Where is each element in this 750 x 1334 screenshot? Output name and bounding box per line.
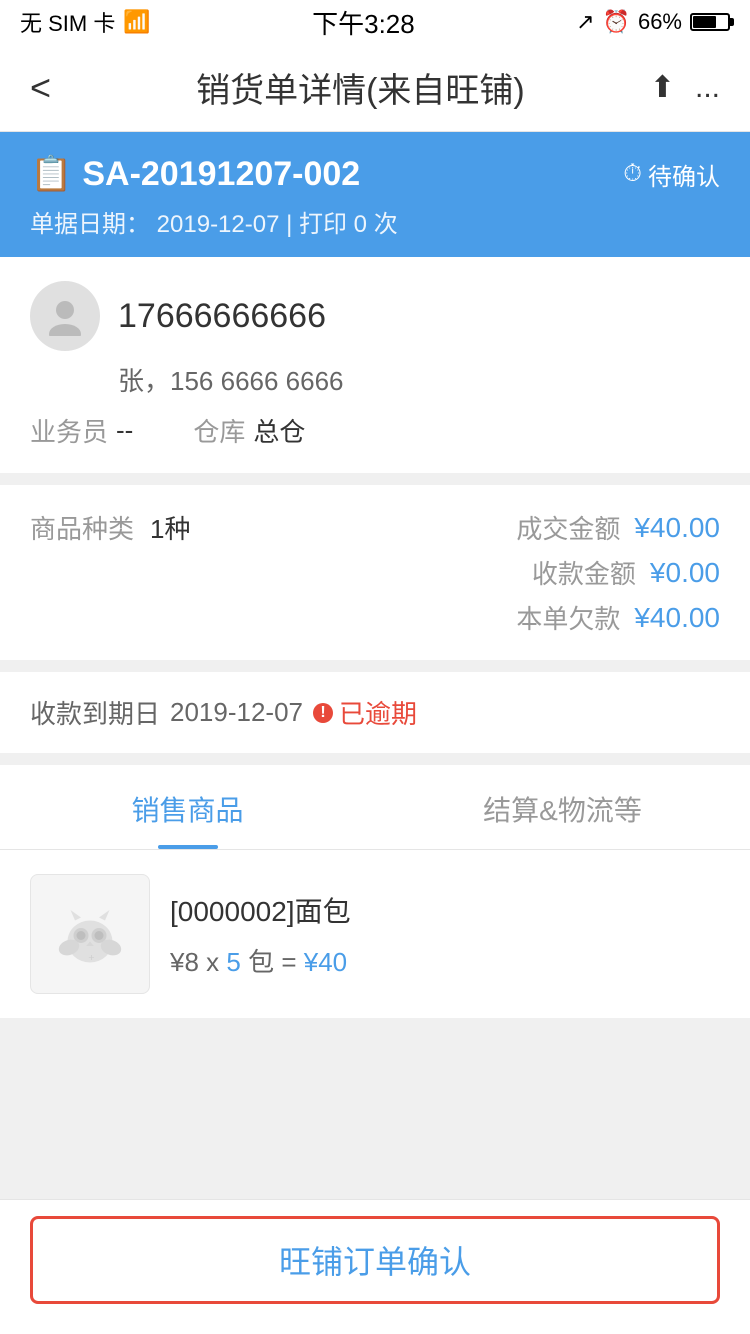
customer-phone: 17666666666: [118, 297, 326, 336]
product-item: + [0000002]面包 ¥8 x 5 包 = ¥40: [0, 850, 750, 1018]
order-date-value: 2019-12-07: [157, 211, 280, 238]
date-label: 单据日期：: [30, 211, 150, 238]
status-right: ↗ ⏰ 66%: [576, 9, 730, 35]
confirm-button-label: 旺铺订单确认: [279, 1237, 471, 1283]
amount-value: ¥40.00: [634, 512, 720, 544]
svg-text:+: +: [88, 952, 94, 964]
due-date-label: 收款到期日: [30, 694, 160, 731]
product-types-value: 1种: [150, 509, 190, 546]
tab-settlement[interactable]: 结算&物流等: [375, 765, 750, 849]
salesperson-label: 业务员: [30, 412, 108, 449]
confirm-order-button[interactable]: 旺铺订单确认: [30, 1216, 720, 1304]
battery-text: 66%: [638, 9, 682, 35]
order-date-row: 单据日期： 2019-12-07 | 打印 0 次: [30, 204, 720, 239]
avatar: [30, 281, 100, 351]
back-button[interactable]: <: [30, 67, 71, 109]
more-icon[interactable]: ...: [695, 71, 720, 105]
salesperson-value: --: [116, 415, 133, 446]
order-id: 📋 SA-20191207-002: [30, 154, 360, 194]
warehouse-label: 仓库: [193, 412, 245, 449]
product-multiply: x: [206, 947, 226, 977]
product-qty-unit: 包: [248, 947, 274, 977]
product-types-group: 商品种类 1种: [30, 509, 190, 546]
product-qty: 5: [226, 947, 240, 977]
product-name: [0000002]面包: [170, 890, 720, 930]
owed-value: ¥40.00: [634, 602, 720, 634]
due-date-section: 收款到期日 2019-12-07 ! 已逾期: [0, 672, 750, 753]
bottom-bar: 旺铺订单确认: [0, 1199, 750, 1334]
nav-actions: ⬆ ...: [650, 70, 720, 105]
status-left: 无 SIM 卡 📶: [20, 6, 151, 38]
status-clock-icon: ⏱: [623, 160, 642, 188]
amount-label: 成交金额: [516, 509, 620, 546]
product-equals: =: [281, 947, 303, 977]
due-date-value: 2019-12-07: [170, 697, 303, 728]
order-id-text: SA-20191207-002: [82, 155, 360, 194]
order-id-icon: 📋: [30, 154, 72, 194]
nav-bar: < 销货单详情(来自旺铺) ⬆ ...: [0, 44, 750, 132]
product-total: ¥40: [304, 947, 347, 977]
wifi-icon: 📶: [123, 9, 150, 35]
warehouse-value: 总仓: [253, 412, 305, 449]
print-info: | 打印 0 次: [286, 211, 398, 238]
amounts-group: 成交金额 ¥40.00 收款金额 ¥0.00 本单欠款 ¥40.00: [516, 509, 720, 636]
overdue-badge: ! 已逾期: [313, 694, 417, 731]
customer-meta: 业务员 -- 仓库 总仓: [30, 412, 720, 449]
product-image: +: [30, 874, 150, 994]
order-status-badge: ⏱ 待确认: [623, 157, 720, 192]
received-value: ¥0.00: [650, 557, 720, 589]
product-price: ¥8: [170, 947, 199, 977]
carrier-text: 无 SIM 卡: [20, 6, 115, 38]
tab-sales-products[interactable]: 销售商品: [0, 765, 375, 849]
status-bar: 无 SIM 卡 📶 下午3:28 ↗ ⏰ 66%: [0, 0, 750, 44]
status-text: 待确认: [648, 157, 720, 192]
product-info: [0000002]面包 ¥8 x 5 包 = ¥40: [170, 890, 720, 979]
products-section: + [0000002]面包 ¥8 x 5 包 = ¥40: [0, 850, 750, 1018]
location-icon: ↗: [576, 9, 594, 35]
overdue-icon: !: [313, 703, 333, 723]
tab-sales-label: 销售商品: [131, 795, 243, 826]
owed-label: 本单欠款: [516, 599, 620, 636]
received-label: 收款金额: [532, 554, 636, 591]
order-header: 📋 SA-20191207-002 ⏱ 待确认 单据日期： 2019-12-07…: [0, 132, 750, 257]
customer-section: 17666666666 张，156 6666 6666 业务员 -- 仓库 总仓: [0, 257, 750, 473]
alarm-icon: ⏰: [603, 9, 630, 35]
customer-name: 张，156 6666 6666: [30, 361, 720, 398]
time-display: 下午3:28: [312, 4, 415, 41]
product-types-label: 商品种类: [30, 509, 134, 546]
battery-icon: [690, 13, 730, 31]
summary-section: 商品种类 1种 成交金额 ¥40.00 收款金额 ¥0.00 本单欠款 ¥40.…: [0, 485, 750, 660]
share-icon[interactable]: ⬆: [650, 70, 675, 105]
page-title: 销货单详情(来自旺铺): [71, 63, 650, 112]
overdue-text: 已逾期: [339, 694, 417, 731]
tab-settlement-label: 结算&物流等: [483, 795, 642, 826]
tabs-bar: 销售商品 结算&物流等: [0, 765, 750, 850]
product-price-row: ¥8 x 5 包 = ¥40: [170, 942, 720, 979]
